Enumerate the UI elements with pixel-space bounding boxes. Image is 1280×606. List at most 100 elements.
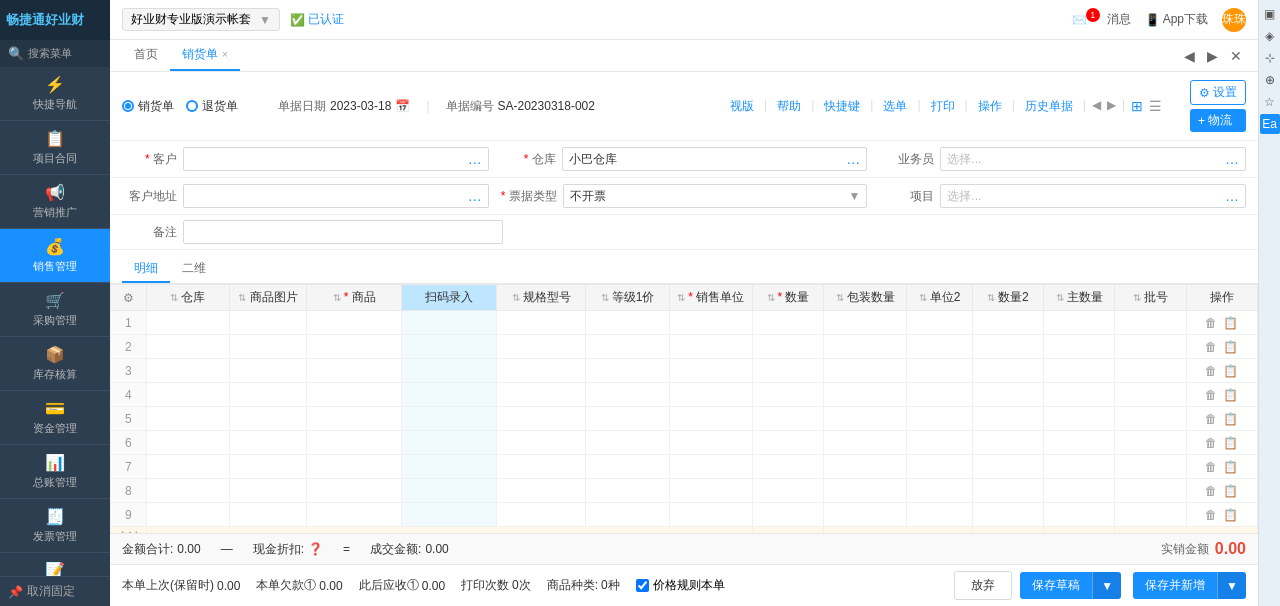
table-icon1[interactable]: ⊞: [1131, 98, 1143, 115]
cell-qty2-8[interactable]: [972, 479, 1043, 503]
cell-batch-8[interactable]: [1115, 479, 1186, 503]
cell-price-6[interactable]: [586, 431, 669, 455]
tab-close-all-btn[interactable]: ✕: [1226, 46, 1246, 66]
cell-unit2-7[interactable]: [907, 455, 972, 479]
table-icon2[interactable]: ☰: [1149, 98, 1162, 115]
save-new-btn[interactable]: 保存并新增: [1133, 572, 1217, 599]
cell-qty2-6[interactable]: [972, 431, 1043, 455]
cell-warehouse-1[interactable]: [146, 311, 229, 335]
cell-barcode-4[interactable]: [402, 383, 497, 407]
cell-pack-qty-9[interactable]: [824, 503, 907, 527]
cell-image-3[interactable]: [229, 359, 306, 383]
cell-spec-3[interactable]: [497, 359, 586, 383]
col-settings[interactable]: ⚙: [111, 285, 147, 311]
cell-price-1[interactable]: [586, 311, 669, 335]
cell-warehouse-6[interactable]: [146, 431, 229, 455]
cell-unit-2[interactable]: [669, 335, 752, 359]
radio-return[interactable]: 退货单: [186, 98, 238, 115]
cell-price-7[interactable]: [586, 455, 669, 479]
cell-spec-7[interactable]: [497, 455, 586, 479]
sidebar-search[interactable]: 🔍 搜索菜单: [0, 40, 110, 67]
project-input[interactable]: 选择... …: [940, 184, 1246, 208]
cell-qty-6[interactable]: [752, 431, 823, 455]
cell-batch-3[interactable]: [1115, 359, 1186, 383]
salesperson-dots[interactable]: …: [1225, 151, 1239, 167]
row-copy-btn-6[interactable]: 📋: [1221, 435, 1240, 451]
cell-barcode-1[interactable]: [402, 311, 497, 335]
discard-btn[interactable]: 放弃: [954, 571, 1012, 600]
settings-icon[interactable]: ⚙: [117, 291, 140, 305]
cell-qty2-5[interactable]: [972, 407, 1043, 431]
history-btn[interactable]: 历史单据: [1021, 98, 1077, 115]
cell-price-5[interactable]: [586, 407, 669, 431]
cell-barcode-6[interactable]: [402, 431, 497, 455]
cell-barcode-3[interactable]: [402, 359, 497, 383]
cell-pack-qty-7[interactable]: [824, 455, 907, 479]
cell-spec-4[interactable]: [497, 383, 586, 407]
cell-image-5[interactable]: [229, 407, 306, 431]
side-tool-4[interactable]: ⊕: [1260, 70, 1280, 90]
cell-qty-5[interactable]: [752, 407, 823, 431]
cell-price-3[interactable]: [586, 359, 669, 383]
cell-image-8[interactable]: [229, 479, 306, 503]
cell-main-qty-3[interactable]: [1043, 359, 1114, 383]
select-btn[interactable]: 选单: [879, 98, 911, 115]
cell-qty2-4[interactable]: [972, 383, 1043, 407]
sidebar-item-purchase[interactable]: 🛒 采购管理: [0, 283, 110, 337]
cell-qty-2[interactable]: [752, 335, 823, 359]
cell-main-qty-2[interactable]: [1043, 335, 1114, 359]
cell-batch-5[interactable]: [1115, 407, 1186, 431]
invoice-select[interactable]: 不开票 ▼: [563, 184, 868, 208]
cell-unit-6[interactable]: [669, 431, 752, 455]
row-delete-btn-2[interactable]: 🗑: [1203, 339, 1219, 355]
cell-price-8[interactable]: [586, 479, 669, 503]
row-delete-btn-3[interactable]: 🗑: [1203, 363, 1219, 379]
cell-unit2-9[interactable]: [907, 503, 972, 527]
cell-main-qty-6[interactable]: [1043, 431, 1114, 455]
cell-warehouse-5[interactable]: [146, 407, 229, 431]
address-dots[interactable]: …: [468, 188, 482, 204]
cell-qty2-1[interactable]: [972, 311, 1043, 335]
cell-qty2-9[interactable]: [972, 503, 1043, 527]
operate-btn[interactable]: 操作: [974, 98, 1006, 115]
cell-batch-4[interactable]: [1115, 383, 1186, 407]
customer-input[interactable]: …: [183, 147, 489, 171]
tab-home[interactable]: 首页: [122, 40, 170, 71]
salesperson-input[interactable]: 选择... …: [940, 147, 1246, 171]
cell-image-6[interactable]: [229, 431, 306, 455]
cell-batch-9[interactable]: [1115, 503, 1186, 527]
cell-batch-2[interactable]: [1115, 335, 1186, 359]
row-delete-btn-1[interactable]: 🗑: [1203, 315, 1219, 331]
cell-image-1[interactable]: [229, 311, 306, 335]
cell-qty-3[interactable]: [752, 359, 823, 383]
cell-unit2-8[interactable]: [907, 479, 972, 503]
cell-unit2-5[interactable]: [907, 407, 972, 431]
nav-left-icon[interactable]: ◀: [1092, 98, 1101, 115]
remark-input[interactable]: [183, 220, 503, 244]
cell-image-4[interactable]: [229, 383, 306, 407]
sidebar-item-sales[interactable]: 💰 销售管理: [0, 229, 110, 283]
cell-pack-qty-3[interactable]: [824, 359, 907, 383]
tab-erwei[interactable]: 二维: [170, 256, 218, 283]
row-copy-btn-2[interactable]: 📋: [1221, 339, 1240, 355]
cell-unit-1[interactable]: [669, 311, 752, 335]
cell-image-7[interactable]: [229, 455, 306, 479]
save-draft-btn[interactable]: 保存草稿: [1020, 572, 1092, 599]
cell-main-qty-7[interactable]: [1043, 455, 1114, 479]
row-delete-btn-6[interactable]: 🗑: [1203, 435, 1219, 451]
cell-unit2-1[interactable]: [907, 311, 972, 335]
cell-price-4[interactable]: [586, 383, 669, 407]
sidebar-item-tax[interactable]: 📝 税务管理: [0, 553, 110, 576]
company-selector[interactable]: 好业财专业版演示帐套 ▼: [122, 8, 280, 31]
cell-product-1[interactable]: [307, 311, 402, 335]
side-tool-6[interactable]: Ea: [1260, 114, 1280, 134]
print-btn[interactable]: 打印: [927, 98, 959, 115]
cell-unit-9[interactable]: [669, 503, 752, 527]
user-action[interactable]: 珠珠: [1222, 8, 1246, 32]
cell-main-qty-4[interactable]: [1043, 383, 1114, 407]
cell-product-7[interactable]: [307, 455, 402, 479]
cell-barcode-7[interactable]: [402, 455, 497, 479]
sidebar-item-inventory[interactable]: 📦 库存核算: [0, 337, 110, 391]
cell-image-9[interactable]: [229, 503, 306, 527]
cell-qty-9[interactable]: [752, 503, 823, 527]
